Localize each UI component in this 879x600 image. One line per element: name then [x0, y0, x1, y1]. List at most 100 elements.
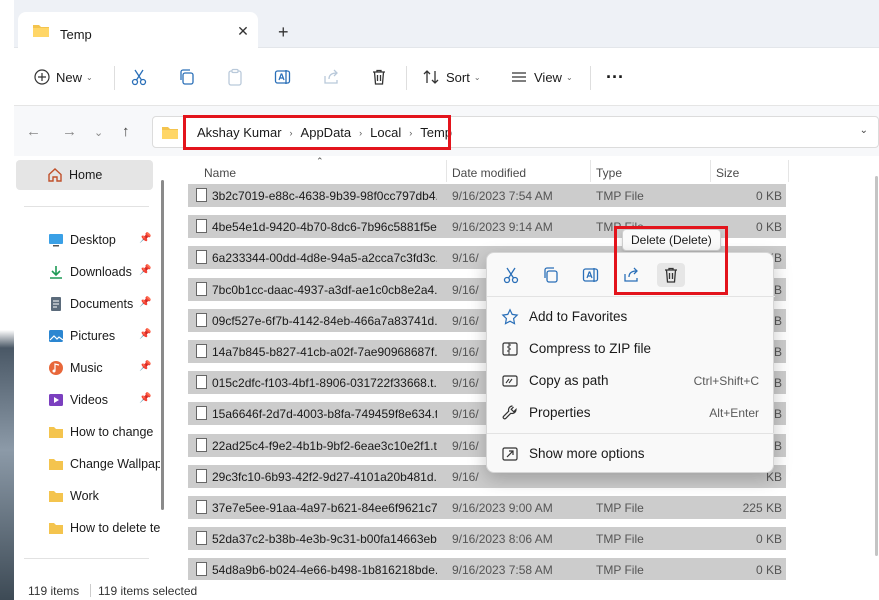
- sidebar-item-folder[interactable]: Change Wallpap: [48, 452, 160, 476]
- column-header-name[interactable]: Name: [204, 166, 236, 180]
- column-divider[interactable]: [788, 160, 789, 182]
- copy-icon: [180, 69, 194, 85]
- folder-icon: [162, 127, 178, 139]
- forward-arrow-icon[interactable]: →: [62, 123, 77, 140]
- chevron-down-icon: ⌄: [565, 72, 573, 82]
- file-icon: [196, 188, 207, 202]
- column-header-type[interactable]: Type: [596, 166, 622, 180]
- file-icon: [196, 219, 207, 234]
- back-arrow-icon[interactable]: ←: [26, 123, 41, 140]
- sort-label: Sort: [446, 69, 470, 85]
- downloads-icon: [50, 266, 62, 279]
- sidebar-item-label: Home: [69, 168, 103, 182]
- menu-item-compress-zip[interactable]: Compress to ZIP file: [487, 333, 775, 365]
- pin-icon[interactable]: 📌: [139, 361, 151, 372]
- menu-item-properties[interactable]: Properties Alt+Enter: [487, 397, 775, 429]
- close-tab-icon[interactable]: ✕: [236, 23, 250, 40]
- table-row[interactable]: 52da37c2-b38b-4e3b-9c31-b00fa14663eb....…: [188, 527, 786, 551]
- pin-icon[interactable]: 📌: [139, 297, 151, 308]
- file-name: 15a6646f-2d7d-4003-b8fa-749459f8e634.t..…: [212, 407, 437, 422]
- rename-icon[interactable]: [577, 263, 605, 287]
- column-divider[interactable]: [446, 160, 447, 182]
- column-divider[interactable]: [710, 160, 711, 182]
- file-date: 9/16/2023 9:14 AM: [452, 220, 553, 235]
- cut-icon[interactable]: [497, 263, 525, 287]
- pin-icon[interactable]: 📌: [139, 233, 151, 244]
- file-date: 9/16/: [452, 407, 479, 422]
- pin-icon[interactable]: 📌: [139, 265, 151, 276]
- file-type: TMP File: [596, 532, 644, 547]
- item-count: 119 items: [28, 584, 80, 598]
- sidebar-item-downloads[interactable]: Downloads: [48, 260, 178, 284]
- zip-icon: [502, 342, 518, 356]
- trash-icon: [373, 69, 385, 85]
- copy-button[interactable]: [178, 64, 196, 90]
- home-icon: [48, 168, 62, 182]
- rename-button[interactable]: [274, 64, 292, 90]
- address-dropdown-icon[interactable]: ⌄: [860, 125, 868, 136]
- new-button[interactable]: New ⌄: [34, 64, 93, 90]
- highlight-box-delete: [614, 226, 728, 295]
- show-more-icon: [502, 447, 518, 461]
- status-bar: 119 items 119 items selected: [14, 580, 879, 600]
- sort-button[interactable]: Sort ⌄: [422, 64, 481, 90]
- share-button[interactable]: [322, 64, 340, 90]
- menu-item-show-more-options[interactable]: Show more options: [487, 438, 775, 470]
- sidebar-item-folder[interactable]: Work: [48, 484, 160, 508]
- file-list-scrollbar[interactable]: [874, 156, 879, 580]
- desktop-icon: [49, 234, 63, 247]
- command-bar: New ⌄ Sort ⌄ View ⌄ ···: [14, 48, 879, 106]
- sidebar-item-pictures[interactable]: Pictures: [48, 324, 178, 348]
- sidebar-item-videos[interactable]: Videos: [48, 388, 178, 412]
- table-row[interactable]: 37e7e5ee-91aa-4a97-b621-84ee6f9621c7....…: [188, 496, 786, 519]
- column-header-date[interactable]: Date modified: [452, 166, 526, 180]
- new-tab-button[interactable]: +: [278, 23, 289, 41]
- folder-icon: [49, 523, 63, 534]
- more-options-button[interactable]: ···: [606, 64, 624, 90]
- file-date: 9/16/: [452, 438, 479, 453]
- sort-icon: [423, 70, 439, 84]
- folder-icon: [49, 491, 63, 502]
- sidebar-item-desktop[interactable]: Desktop: [48, 228, 178, 252]
- menu-item-copy-as-path[interactable]: Copy as path Ctrl+Shift+C: [487, 365, 775, 397]
- up-arrow-icon[interactable]: ↑: [122, 123, 130, 140]
- sidebar-item-music[interactable]: Music: [48, 356, 178, 380]
- file-type: TMP File: [596, 563, 644, 578]
- sidebar-item-folder[interactable]: How to delete te: [48, 516, 160, 540]
- copy-icon[interactable]: [537, 263, 565, 287]
- music-icon: [49, 361, 63, 375]
- toolbar-divider: [406, 66, 407, 90]
- cut-button[interactable]: [130, 64, 148, 90]
- view-label: View: [534, 69, 562, 85]
- column-header-size[interactable]: Size: [716, 166, 739, 180]
- recent-chevron-icon[interactable]: ⌄: [94, 126, 103, 139]
- sidebar-item-label: Pictures: [70, 329, 116, 343]
- desktop-background: [0, 0, 14, 600]
- table-row[interactable]: 3b2c7019-e88c-4638-9b39-98f0cc797db4....…: [188, 184, 786, 207]
- file-date: 9/16/2023 7:54 AM: [452, 189, 553, 203]
- column-divider[interactable]: [590, 160, 591, 182]
- file-name: 14a7b845-b827-41cb-a02f-7ae90968687f....: [212, 345, 437, 359]
- sidebar-item-documents[interactable]: Documents: [48, 292, 178, 316]
- paste-button[interactable]: [226, 64, 244, 90]
- file-type: TMP File: [596, 501, 644, 515]
- path-icon: [502, 375, 518, 387]
- pin-icon[interactable]: 📌: [139, 329, 151, 340]
- sidebar-item-label: Work: [70, 489, 99, 503]
- delete-button[interactable]: [370, 64, 388, 90]
- sidebar-item-folder[interactable]: How to change: [48, 420, 160, 444]
- file-date: 9/16/: [452, 313, 479, 328]
- view-button[interactable]: View ⌄: [510, 64, 573, 90]
- pin-icon[interactable]: 📌: [139, 393, 151, 404]
- file-name: 37e7e5ee-91aa-4a97-b621-84ee6f9621c7....: [212, 501, 437, 515]
- tab-temp[interactable]: Temp ✕: [18, 12, 258, 48]
- file-explorer-window: Temp ✕ + New ⌄ Sort ⌄ View ⌄ ··· ← → ⌄ ↑…: [14, 0, 879, 600]
- file-icon: [196, 437, 207, 452]
- sidebar-item-label: Desktop: [70, 233, 116, 247]
- menu-item-label: Copy as path: [529, 373, 609, 388]
- menu-item-add-to-favorites[interactable]: Add to Favorites: [487, 301, 775, 333]
- file-name: 54d8a9b6-b024-4e66-b498-1b816218bde....: [212, 563, 437, 578]
- sidebar-item-home[interactable]: Home: [16, 160, 153, 190]
- table-row[interactable]: 54d8a9b6-b024-4e66-b498-1b816218bde.... 9…: [188, 558, 786, 582]
- menu-separator: [487, 433, 775, 434]
